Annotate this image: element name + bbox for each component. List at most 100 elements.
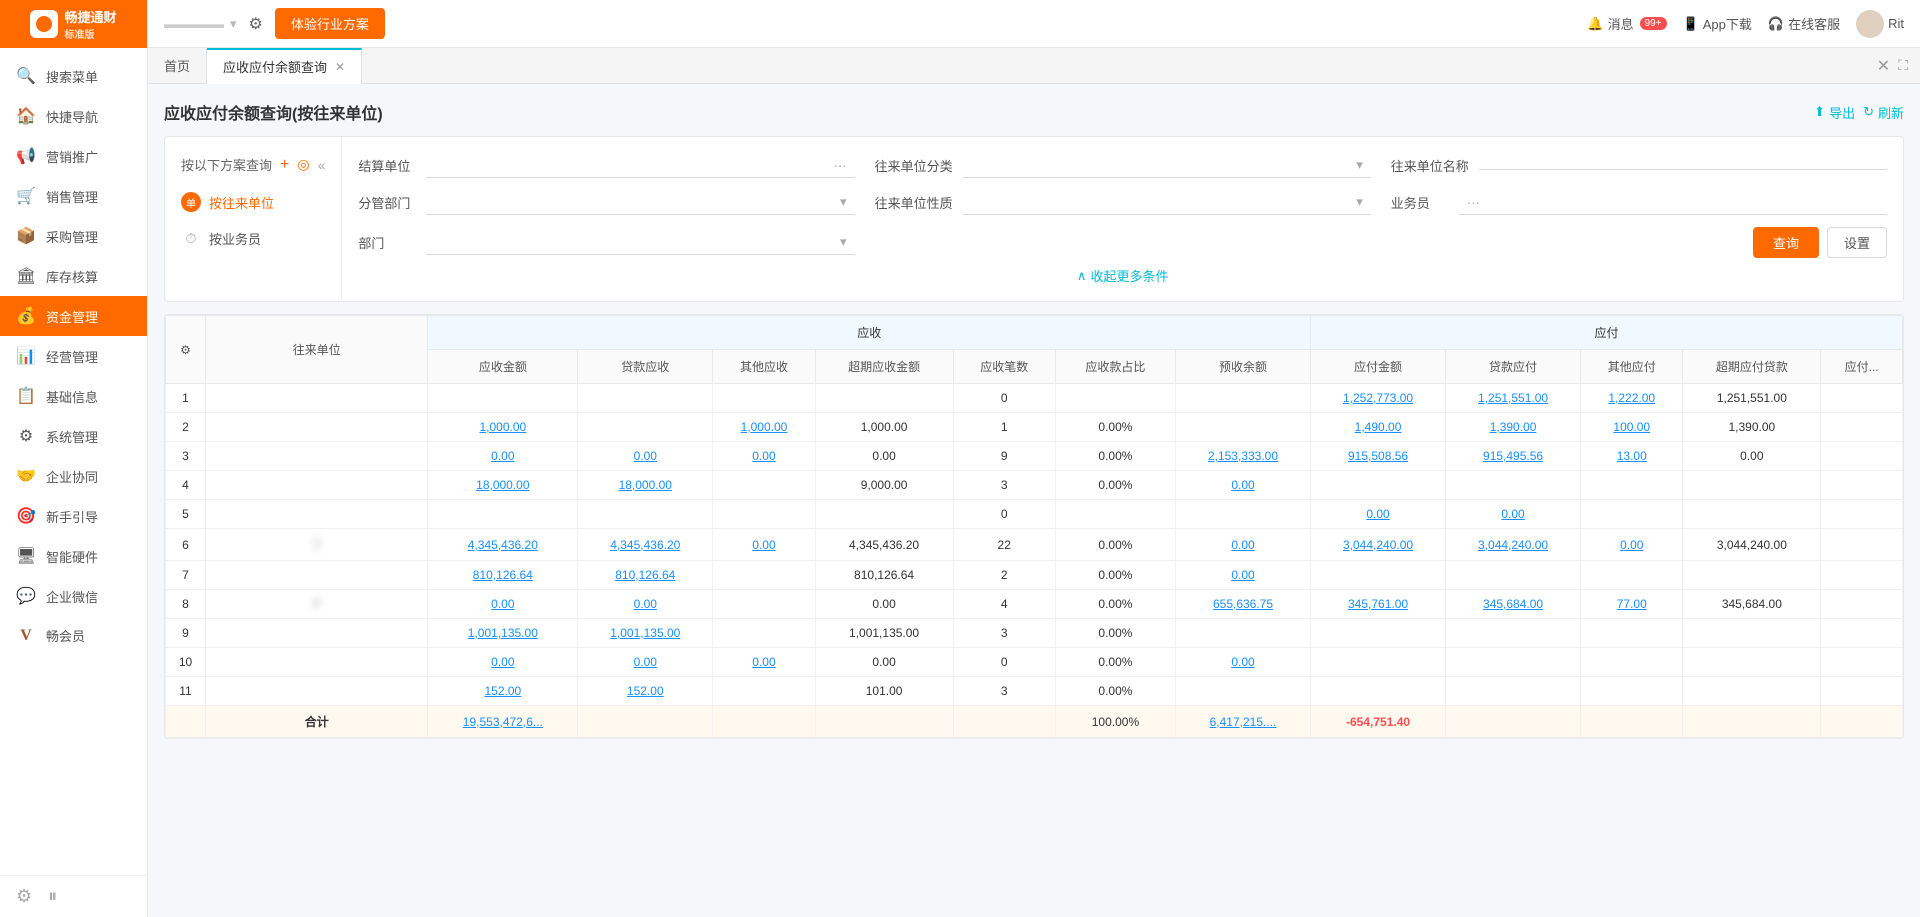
customer-service-btn[interactable]: 🎧 在线客服 bbox=[1768, 14, 1840, 33]
query-option-by-unit[interactable]: 单 按往来单位 bbox=[165, 184, 341, 220]
sidebar-item-hardware[interactable]: 🖥 智能硬件 bbox=[0, 536, 147, 576]
salesman-input[interactable]: ··· bbox=[1459, 191, 1887, 215]
tab-ar-balance-label: 应收应付余额查询 bbox=[223, 57, 327, 76]
avatar bbox=[1856, 10, 1884, 38]
sidebar-item-search[interactable]: 🔍 搜索菜单 bbox=[0, 56, 147, 96]
unit-name-label: 往来单位名称 bbox=[1391, 156, 1471, 175]
total-ar-prepay[interactable]: 6,417,215.... bbox=[1175, 706, 1310, 738]
th-ap-amt: 应付金额 bbox=[1311, 350, 1446, 384]
query-option-by-staff[interactable]: ⏱ 按业务员 bbox=[165, 220, 341, 256]
query-option-staff-label: 按业务员 bbox=[209, 229, 261, 248]
sidebar-item-sales[interactable]: 🛒 销售管理 bbox=[0, 176, 147, 216]
tab-home-label: 首页 bbox=[164, 56, 190, 75]
table-row: 30.000.000.000.0090.00%2,153,333.00915,5… bbox=[166, 442, 1903, 471]
header-gear[interactable]: ⚙ bbox=[249, 14, 263, 34]
table-row: 6了4,345,436.204,345,436.200.004,345,436.… bbox=[166, 529, 1903, 561]
headset-icon: 🎧 bbox=[1768, 16, 1784, 32]
total-label: 合计 bbox=[206, 706, 428, 738]
sidebar-item-operation[interactable]: 📊 经营管理 bbox=[0, 336, 147, 376]
sidebar-item-wechat[interactable]: 💬 企业微信 bbox=[0, 576, 147, 616]
sidebar-item-label-marketing: 营销推广 bbox=[46, 147, 98, 166]
salesman-dots: ··· bbox=[1467, 195, 1480, 210]
hardware-icon: 🖥 bbox=[16, 546, 36, 566]
tab-close-icon[interactable]: ✕ bbox=[335, 60, 345, 74]
tab-close-all-icon[interactable]: ✕ bbox=[1877, 56, 1890, 76]
notification-badge: 99+ bbox=[1640, 17, 1667, 30]
sidebar-item-purchase[interactable]: 📦 采购管理 bbox=[0, 216, 147, 256]
enterprise-icon: 🤝 bbox=[16, 466, 36, 486]
refresh-label: 刷新 bbox=[1878, 103, 1904, 122]
notification-btn[interactable]: 🔔 消息 99+ bbox=[1587, 14, 1666, 33]
total-ap-other bbox=[1581, 706, 1683, 738]
th-ap-overdue: 超期应付贷款 bbox=[1683, 350, 1821, 384]
dept-chevron: ▾ bbox=[840, 194, 847, 210]
query-button[interactable]: 查询 bbox=[1753, 227, 1819, 258]
branch-select[interactable]: ▾ bbox=[426, 230, 854, 255]
nature-select[interactable]: ▾ bbox=[963, 190, 1371, 215]
sidebar-item-system[interactable]: ⚙ 系统管理 bbox=[0, 416, 147, 456]
th-ar-prepay: 预收余额 bbox=[1175, 350, 1310, 384]
collapse-icon: ∧ bbox=[1077, 268, 1087, 284]
table-row: 7810,126.64810,126.64810,126.6420.00%0.0… bbox=[166, 561, 1903, 590]
th-settings[interactable]: ⚙ bbox=[166, 316, 206, 384]
th-ar-overdue: 超期应收金额 bbox=[815, 350, 953, 384]
sidebar-item-quicknav[interactable]: 🏠 快捷导航 bbox=[0, 96, 147, 136]
logo-sub: 标准版 bbox=[64, 26, 116, 41]
table-row: 91,001,135.001,001,135.001,001,135.0030.… bbox=[166, 619, 1903, 648]
filter-settings-icon[interactable]: ◎ bbox=[297, 156, 309, 173]
dept-select[interactable]: ▾ bbox=[426, 190, 854, 215]
filter-collapse-icon[interactable]: « bbox=[318, 157, 326, 173]
tab-bar-actions: ✕ ⛶ bbox=[1877, 56, 1920, 76]
page-title: 应收应付余额查询(按往来单位) bbox=[164, 100, 383, 124]
user-menu[interactable]: Rit bbox=[1856, 10, 1904, 38]
tab-home[interactable]: 首页 bbox=[148, 48, 207, 84]
sidebar-item-finance[interactable]: 💰 资金管理 bbox=[0, 296, 147, 336]
app-download-btn[interactable]: 📱 App下载 bbox=[1683, 14, 1752, 33]
sidebar-item-label-operation: 经营管理 bbox=[46, 347, 98, 366]
sidebar-item-basic[interactable]: 📋 基础信息 bbox=[0, 376, 147, 416]
th-ar-other: 其他应收 bbox=[713, 350, 815, 384]
sidebar-nav: 🔍 搜索菜单 🏠 快捷导航 📢 营销推广 🛒 销售管理 📦 采购管理 🏛 库存核… bbox=[0, 48, 147, 875]
refresh-button[interactable]: ↻ 刷新 bbox=[1863, 103, 1904, 122]
tab-bar: 首页 应收应付余额查询 ✕ ✕ ⛶ bbox=[148, 48, 1920, 84]
table-row: 100.000.000.000.0000.00%0.00 bbox=[166, 648, 1903, 677]
settlement-input[interactable]: ··· bbox=[426, 154, 854, 178]
filter-area: 按以下方案查询 + ◎ « 单 按往来单位 ⏱ 按业务员 bbox=[164, 136, 1904, 302]
staff-icon: ⏱ bbox=[181, 228, 201, 248]
category-label: 往来单位分类 bbox=[875, 156, 955, 175]
unit-name-input[interactable] bbox=[1479, 161, 1887, 170]
filter-title: 按以下方案查询 + ◎ « bbox=[165, 145, 341, 184]
industry-btn[interactable]: 体验行业方案 bbox=[275, 8, 385, 39]
nature-label: 往来单位性质 bbox=[875, 193, 955, 212]
sidebar-item-label-quicknav: 快捷导航 bbox=[46, 107, 98, 126]
category-chevron: ▾ bbox=[1356, 157, 1363, 173]
sidebar-item-marketing[interactable]: 📢 营销推广 bbox=[0, 136, 147, 176]
export-button[interactable]: ⬆ 导出 bbox=[1814, 103, 1855, 122]
table-row: 418,000.0018,000.009,000.0030.00%0.00 bbox=[166, 471, 1903, 500]
setting-button[interactable]: 设置 bbox=[1827, 227, 1887, 258]
total-ar-overdue bbox=[815, 706, 953, 738]
bell-icon: 🔔 bbox=[1587, 16, 1603, 32]
main-content: 应收应付余额查询(按往来单位) ⬆ 导出 ↻ 刷新 按以下方案查询 + ◎ bbox=[148, 84, 1920, 917]
category-select[interactable]: ▾ bbox=[963, 153, 1371, 178]
tab-expand-icon[interactable]: ⛶ bbox=[1898, 57, 1908, 74]
add-filter-icon[interactable]: + bbox=[280, 156, 289, 174]
sidebar-item-inventory[interactable]: 🏛 库存核算 bbox=[0, 256, 147, 296]
collapse-button[interactable]: ∧ 收起更多条件 bbox=[358, 266, 1887, 285]
settings-footer-icon[interactable]: ⚙ bbox=[16, 886, 32, 907]
sidebar-item-member[interactable]: V 畅会员 bbox=[0, 616, 147, 655]
filter-field-branch: 部门 ▾ bbox=[358, 227, 854, 258]
total-ar-amt[interactable]: 19,553,472,6... bbox=[428, 706, 578, 738]
sidebar-item-enterprise[interactable]: 🤝 企业协同 bbox=[0, 456, 147, 496]
sidebar-item-label-hardware: 智能硬件 bbox=[46, 547, 98, 566]
nature-chevron: ▾ bbox=[1356, 194, 1363, 210]
collapse-sidebar-icon[interactable]: ⏸ bbox=[48, 886, 57, 907]
sidebar-item-guide[interactable]: 🎯 新手引导 bbox=[0, 496, 147, 536]
system-icon: ⚙ bbox=[16, 426, 36, 446]
tab-ar-balance[interactable]: 应收应付余额查询 ✕ bbox=[207, 48, 362, 84]
search-icon: 🔍 bbox=[16, 66, 36, 86]
header-actions: 🔔 消息 99+ 📱 App下载 🎧 在线客服 Rit bbox=[1587, 10, 1904, 38]
th-ar-count: 应收笔数 bbox=[953, 350, 1055, 384]
filter-field-dept: 分管部门 ▾ bbox=[358, 190, 854, 215]
inventory-icon: 🏛 bbox=[16, 266, 36, 286]
